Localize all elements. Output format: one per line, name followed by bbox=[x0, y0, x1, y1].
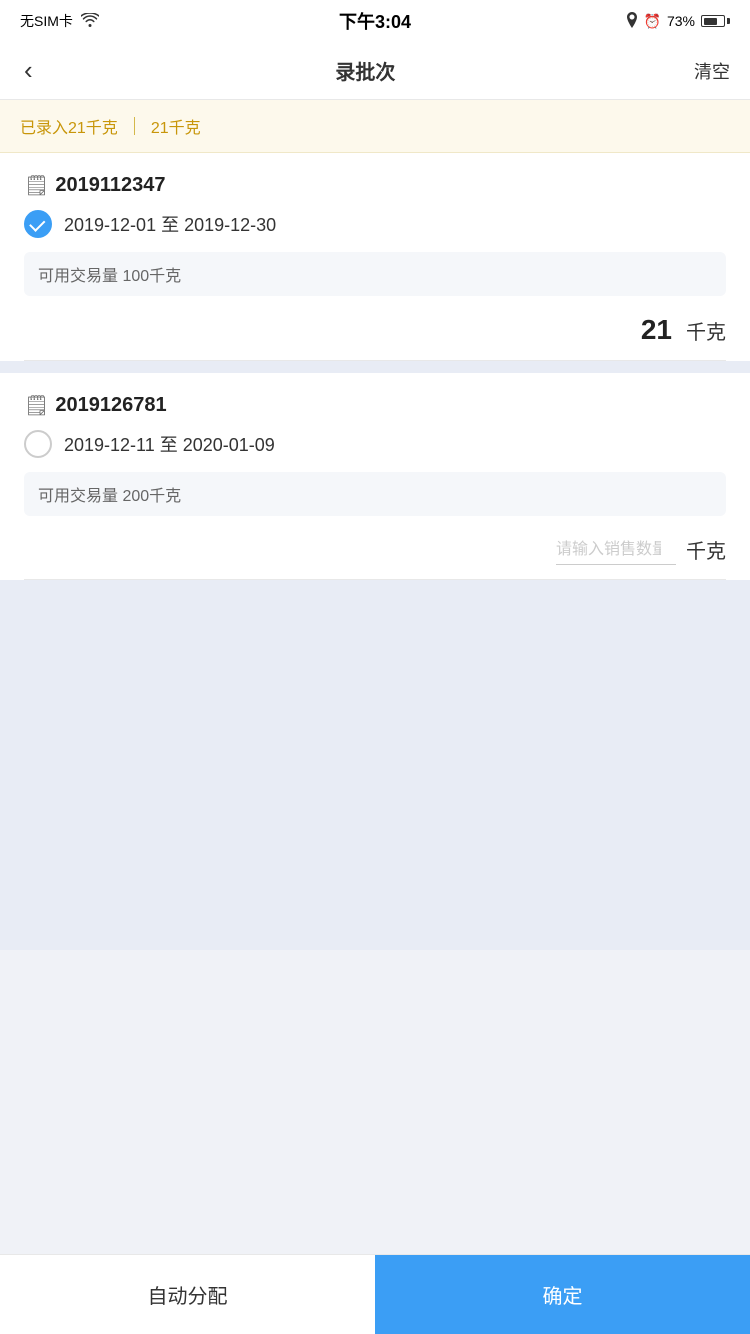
summary-bar: 已录入21千克 21千克 bbox=[0, 100, 750, 153]
batch2-section: 🗒 2019126781 2019-12-11 至 2020-01-09 可用交… bbox=[0, 373, 750, 516]
status-time: 下午3:04 bbox=[339, 8, 411, 34]
doc-icon-1: 🗒 bbox=[24, 173, 49, 198]
batch2-id-row: 🗒 2019126781 bbox=[24, 393, 726, 418]
battery-percent: 73% bbox=[667, 13, 695, 29]
status-left: 无SIM卡 bbox=[20, 11, 99, 31]
back-button[interactable]: ‹ bbox=[20, 51, 37, 90]
total-amount: 21千克 bbox=[151, 114, 201, 138]
page-title: 录批次 bbox=[335, 56, 395, 85]
batch2-card: 🗒 2019126781 2019-12-11 至 2020-01-09 可用交… bbox=[0, 373, 750, 580]
auto-distribute-button[interactable]: 自动分配 bbox=[0, 1255, 375, 1334]
batch2-qty-input[interactable] bbox=[556, 534, 676, 565]
batch1-card: 🗒 2019112347 2019-12-01 至 2019-12-30 可用交… bbox=[0, 153, 750, 361]
batch2-input-row: 千克 bbox=[0, 516, 750, 565]
batch2-available: 可用交易量 200千克 bbox=[24, 472, 726, 516]
section-separator bbox=[0, 361, 750, 373]
confirm-button[interactable]: 确定 bbox=[375, 1255, 750, 1334]
nav-bar: ‹ 录批次 清空 bbox=[0, 42, 750, 100]
batch1-radio[interactable] bbox=[24, 210, 52, 238]
status-bar: 无SIM卡 下午3:04 ⏰ 73% bbox=[0, 0, 750, 42]
batch1-qty-value: 21 bbox=[641, 314, 672, 346]
batch1-id-row: 🗒 2019112347 bbox=[24, 173, 726, 198]
batch1-id: 2019112347 bbox=[55, 174, 165, 197]
batch1-qty-unit: 千克 bbox=[686, 316, 726, 345]
batch2-id: 2019126781 bbox=[55, 394, 166, 417]
clear-button[interactable]: 清空 bbox=[694, 58, 730, 84]
content-area bbox=[0, 580, 750, 950]
batch1-qty-row: 21 千克 bbox=[0, 296, 750, 360]
batch2-radio[interactable] bbox=[24, 430, 52, 458]
alarm-icon: ⏰ bbox=[644, 13, 661, 30]
batch2-unit: 千克 bbox=[686, 535, 726, 564]
sim-label: 无SIM卡 bbox=[20, 11, 73, 31]
recorded-amount: 已录入21千克 bbox=[20, 114, 118, 138]
doc-icon-2: 🗒 bbox=[24, 393, 49, 418]
summary-divider bbox=[134, 117, 135, 135]
batch1-date: 2019-12-01 至 2019-12-30 bbox=[64, 211, 276, 237]
location-icon bbox=[626, 12, 638, 31]
batch1-section: 🗒 2019112347 2019-12-01 至 2019-12-30 可用交… bbox=[0, 153, 750, 296]
batch1-available: 可用交易量 100千克 bbox=[24, 252, 726, 296]
battery-icon bbox=[701, 15, 730, 27]
batch2-date: 2019-12-11 至 2020-01-09 bbox=[64, 431, 275, 457]
batch2-date-row[interactable]: 2019-12-11 至 2020-01-09 bbox=[24, 430, 726, 458]
bottom-bar: 自动分配 确定 bbox=[0, 1254, 750, 1334]
status-right: ⏰ 73% bbox=[626, 12, 730, 31]
wifi-icon bbox=[81, 13, 99, 30]
batch1-date-row[interactable]: 2019-12-01 至 2019-12-30 bbox=[24, 210, 726, 238]
